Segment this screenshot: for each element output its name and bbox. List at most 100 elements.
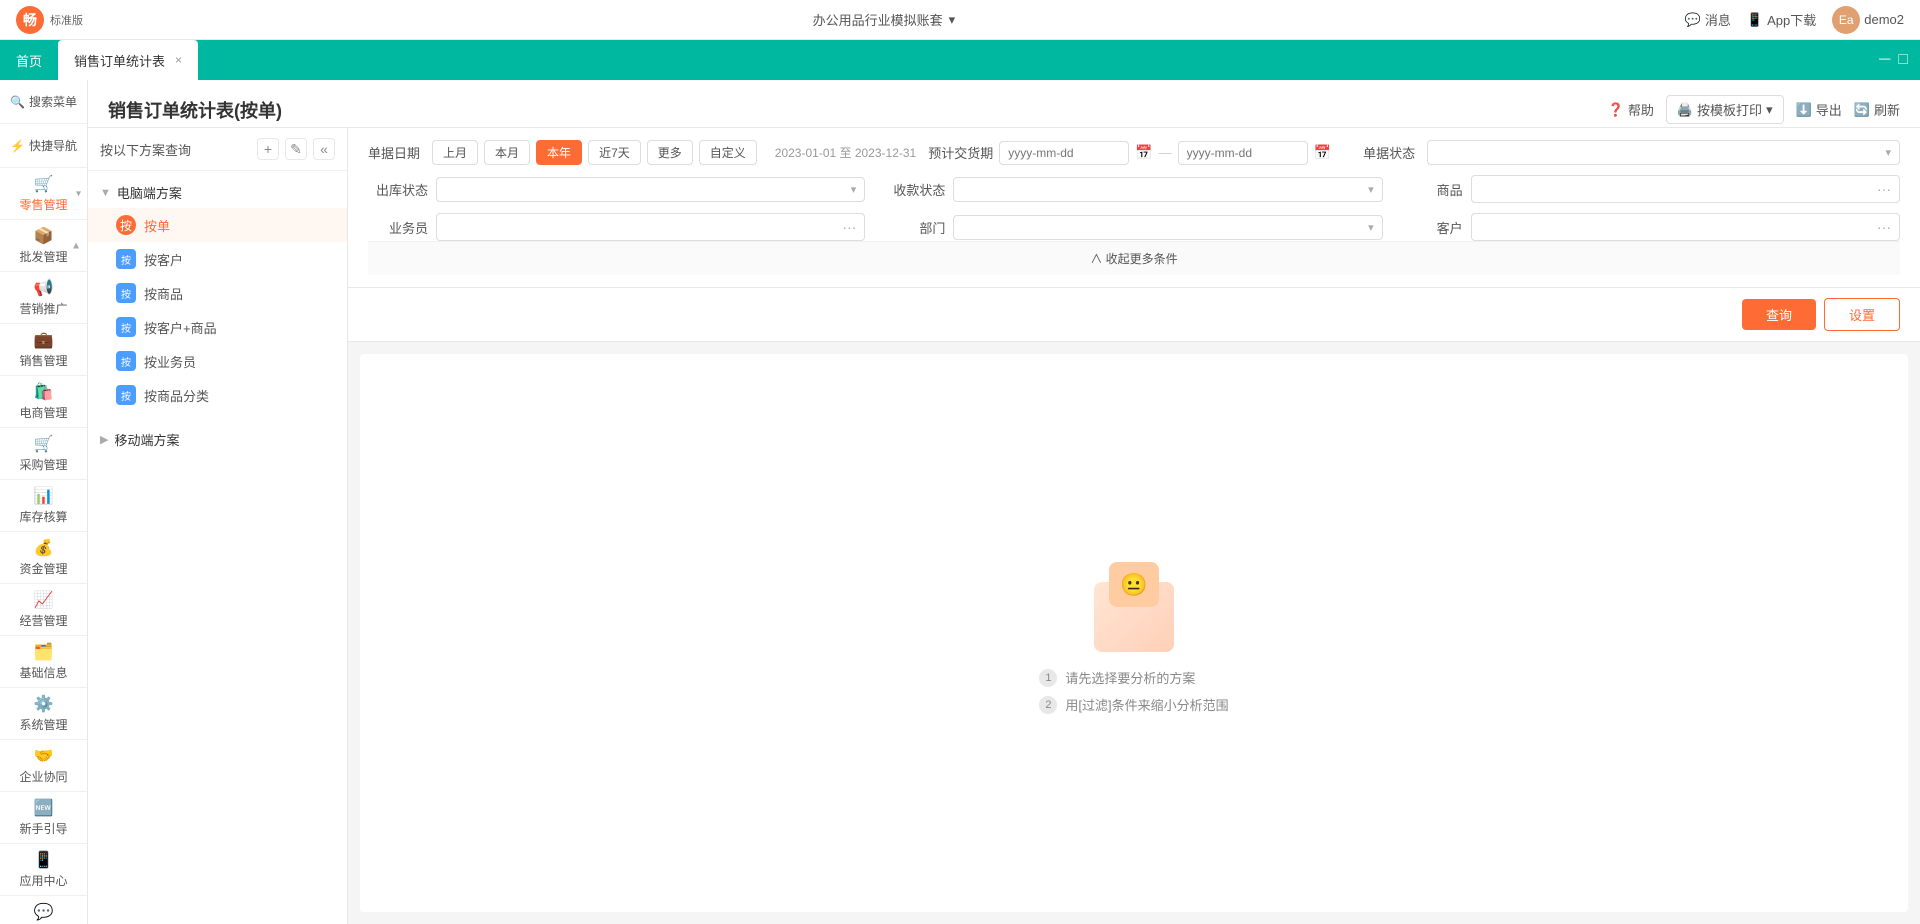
sidebar-item-inventory[interactable]: 📊 库存核算 bbox=[0, 480, 87, 532]
tab-home[interactable]: 首页 bbox=[0, 40, 58, 80]
refresh-btn[interactable]: 🔄 刷新 bbox=[1854, 100, 1900, 119]
customer-input[interactable]: ··· bbox=[1471, 213, 1900, 241]
message-btn[interactable]: 💬 消息 bbox=[1685, 10, 1731, 29]
scheme-panel: 按以下方案查询 + ✎ « ▼ 电脑端方案 按 按单 bbox=[88, 128, 348, 924]
this-year-btn[interactable]: 本年 bbox=[536, 140, 582, 165]
user-menu[interactable]: Ea demo2 bbox=[1832, 6, 1904, 34]
sidebar-item-system[interactable]: ⚙️ 系统管理 bbox=[0, 688, 87, 740]
two-panel: 按以下方案查询 + ✎ « ▼ 电脑端方案 按 按单 bbox=[88, 128, 1920, 924]
sidebar-item-guide[interactable]: 🆕 新手引导 bbox=[0, 792, 87, 844]
single-status-arrow: ▾ bbox=[1885, 146, 1891, 159]
sidebar-ops-label: 经营管理 bbox=[19, 612, 67, 629]
avatar: Ea bbox=[1832, 6, 1860, 34]
payment-status-filter: 收款状态 ▾ bbox=[885, 175, 1382, 203]
help-btn[interactable]: ❓ 帮助 bbox=[1608, 100, 1654, 119]
inventory-icon: 📊 bbox=[34, 486, 54, 506]
mobile-group-label: 移动端方案 bbox=[114, 430, 179, 449]
sidebar-quick-nav[interactable]: ⚡ 快捷导航 bbox=[0, 124, 87, 168]
tab-close-btn[interactable]: × bbox=[175, 53, 182, 67]
wholesale-arrow: ▲ bbox=[71, 240, 81, 251]
query-btn[interactable]: 查询 bbox=[1742, 299, 1816, 330]
salesman-label: 业务员 bbox=[368, 218, 428, 237]
tab-maximize-btn[interactable]: □ bbox=[1898, 51, 1908, 69]
cal-icon-start: 📅 bbox=[1135, 144, 1152, 161]
sidebar-item-operations[interactable]: 📈 经营管理 bbox=[0, 584, 87, 636]
salesman-more-icon: ··· bbox=[842, 219, 856, 235]
wechat-icon: 💬 bbox=[34, 902, 54, 922]
action-row: 查询 设置 bbox=[348, 288, 1920, 342]
purchase-icon: 🛒 bbox=[34, 434, 54, 454]
print-arrow: ▾ bbox=[1766, 102, 1773, 118]
delivery-label: 出库状态 bbox=[368, 180, 428, 199]
department-select[interactable]: ▾ bbox=[953, 215, 1382, 240]
scheme-by-sm-icon: 按 bbox=[116, 351, 136, 371]
scheme-item-by-salesman[interactable]: 按 按业务员 bbox=[88, 344, 347, 378]
last7days-btn[interactable]: 近7天 bbox=[588, 140, 641, 165]
message-icon: 💬 bbox=[1685, 12, 1701, 28]
salesman-input[interactable]: ··· bbox=[436, 213, 865, 241]
sidebar-basic-label: 基础信息 bbox=[19, 664, 67, 681]
this-month-btn[interactable]: 本月 bbox=[484, 140, 530, 165]
goods-input[interactable]: ··· bbox=[1471, 175, 1900, 203]
app-name-label: 办公用品行业模拟账套 bbox=[813, 10, 943, 29]
sidebar-nav-label: 快捷导航 bbox=[29, 137, 77, 154]
retail-arrow: ▾ bbox=[76, 188, 81, 199]
sidebar-item-wechat[interactable]: 💬 企业微信 bbox=[0, 896, 87, 924]
sidebar-item-sales[interactable]: 💼 销售管理 bbox=[0, 324, 87, 376]
payment-select[interactable]: ▾ bbox=[953, 177, 1382, 202]
app-name-arrow[interactable]: ▾ bbox=[949, 12, 956, 28]
tab-minimize-btn[interactable]: ─ bbox=[1879, 51, 1890, 69]
collapse-bar[interactable]: ∧ 收起更多条件 bbox=[368, 241, 1900, 275]
export-btn[interactable]: ⬇️ 导出 bbox=[1796, 100, 1842, 119]
page-title: 销售订单统计表(按单) bbox=[108, 97, 282, 123]
sales-icon: 💼 bbox=[34, 330, 54, 350]
scheme-item-by-goods[interactable]: 按 按商品 bbox=[88, 276, 347, 310]
scheme-pc-header[interactable]: ▼ 电脑端方案 bbox=[88, 177, 347, 208]
sidebar-item-ecom[interactable]: 🛍️ 电商管理 bbox=[0, 376, 87, 428]
department-filter: 部门 ▾ bbox=[885, 213, 1382, 241]
sidebar-search[interactable]: 🔍 搜索菜单 bbox=[0, 80, 87, 124]
expected-date-label: 预计交货期 bbox=[928, 143, 993, 162]
sidebar-item-finance[interactable]: 💰 资金管理 bbox=[0, 532, 87, 584]
scheme-pc-group: ▼ 电脑端方案 按 按单 按 按客户 按 按商品 bbox=[88, 171, 347, 418]
app-download-btn[interactable]: 📱 App下载 bbox=[1747, 10, 1816, 29]
sidebar-item-purchase[interactable]: 🛒 采购管理 bbox=[0, 428, 87, 480]
scheme-mobile-header[interactable]: ▶ 移动端方案 bbox=[88, 424, 347, 455]
scheme-by-order-icon: 按 bbox=[116, 215, 136, 235]
sidebar-item-wholesale[interactable]: 📦 批发管理 ▲ bbox=[0, 220, 87, 272]
sidebar-item-apps[interactable]: 📱 应用中心 bbox=[0, 844, 87, 896]
nav-icon: ⚡ bbox=[10, 139, 25, 153]
app-name-area[interactable]: 办公用品行业模拟账套 ▾ bbox=[813, 10, 956, 29]
tab-sales-order[interactable]: 销售订单统计表 × bbox=[58, 40, 198, 80]
retail-icon: 🛒 bbox=[34, 174, 54, 194]
sidebar-item-retail[interactable]: 🛒 零售管理 ▾ bbox=[0, 168, 87, 220]
print-btn[interactable]: 🖨️ 按模板打印 ▾ bbox=[1666, 95, 1784, 124]
sidebar-item-enterprise[interactable]: 🤝 企业协同 bbox=[0, 740, 87, 792]
hint-num-1: 1 bbox=[1039, 669, 1057, 687]
guide-icon: 🆕 bbox=[34, 798, 54, 818]
delivery-status-filter: 出库状态 ▾ bbox=[368, 175, 865, 203]
goods-more-icon: ··· bbox=[1877, 181, 1891, 197]
scheme-panel-actions: + ✎ « bbox=[257, 138, 335, 160]
scheme-item-by-order[interactable]: 按 按单 bbox=[88, 208, 347, 242]
scheme-collapse-btn[interactable]: « bbox=[313, 138, 335, 160]
custom-btn[interactable]: 自定义 bbox=[699, 140, 757, 165]
sidebar-item-basic[interactable]: 🗂️ 基础信息 bbox=[0, 636, 87, 688]
logo-icon: 畅 bbox=[16, 6, 44, 34]
expected-date-start[interactable] bbox=[999, 141, 1129, 165]
last-month-btn[interactable]: 上月 bbox=[432, 140, 478, 165]
scheme-edit-btn[interactable]: ✎ bbox=[285, 138, 307, 160]
delivery-select[interactable]: ▾ bbox=[436, 177, 865, 202]
single-status-select[interactable]: ▾ bbox=[1427, 140, 1900, 165]
settings-btn[interactable]: 设置 bbox=[1824, 298, 1900, 331]
cal-icon-end: 📅 bbox=[1314, 144, 1331, 161]
expected-date-end[interactable] bbox=[1178, 141, 1308, 165]
pc-arrow: ▼ bbox=[100, 187, 111, 199]
sidebar-item-marketing[interactable]: 📢 营销推广 bbox=[0, 272, 87, 324]
scheme-add-btn[interactable]: + bbox=[257, 138, 279, 160]
date-sep: — bbox=[1159, 145, 1172, 160]
scheme-item-by-category[interactable]: 按 按商品分类 bbox=[88, 378, 347, 412]
scheme-item-by-customer-goods[interactable]: 按 按客户+商品 bbox=[88, 310, 347, 344]
scheme-item-by-customer[interactable]: 按 按客户 bbox=[88, 242, 347, 276]
more-btn[interactable]: 更多 bbox=[647, 140, 693, 165]
